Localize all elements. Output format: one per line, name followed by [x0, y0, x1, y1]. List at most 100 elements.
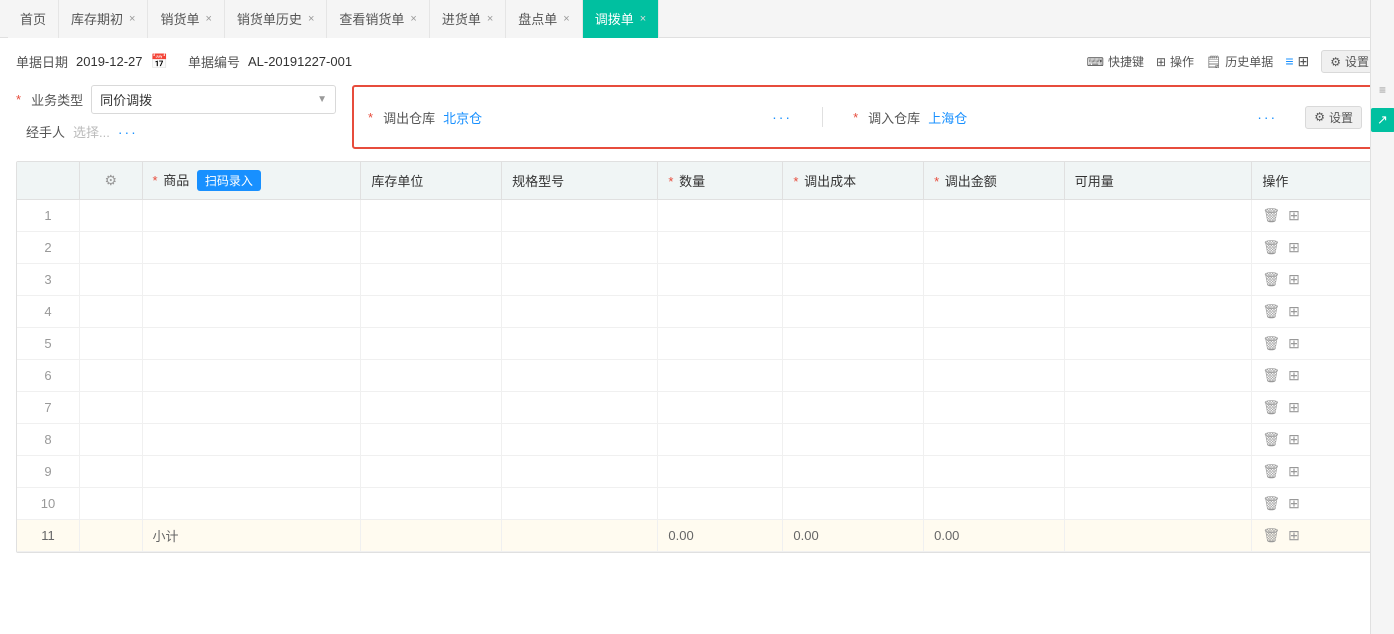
delete-icon-9[interactable]: 🗑 — [1262, 463, 1280, 480]
row-qty-7[interactable] — [658, 392, 783, 424]
row-amount-10[interactable] — [924, 488, 1065, 520]
copy-icon-7[interactable]: ⊞ — [1288, 399, 1300, 416]
delete-icon-8[interactable]: 🗑 — [1262, 431, 1280, 448]
delete-icon-6[interactable]: 🗑 — [1262, 367, 1280, 384]
row-spec-3[interactable] — [502, 264, 658, 296]
row-amount-8[interactable] — [924, 424, 1065, 456]
scan-button[interactable]: 扫码录入 — [197, 170, 261, 191]
warehouse-in-more-btn[interactable]: ··· — [1257, 109, 1277, 125]
delete-icon-10[interactable]: 🗑 — [1262, 495, 1280, 512]
row-qty-9[interactable] — [658, 456, 783, 488]
row-qty-6[interactable] — [658, 360, 783, 392]
list-view-icon[interactable]: ≡ — [1285, 53, 1293, 70]
delete-icon-2[interactable]: 🗑 — [1262, 239, 1280, 256]
row-cost-9[interactable] — [783, 456, 924, 488]
row-amount-1[interactable] — [924, 200, 1065, 232]
row-unit-8[interactable] — [361, 424, 502, 456]
tab-purchase[interactable]: 进货单 × — [430, 0, 506, 38]
tab-view-sales-close[interactable]: × — [410, 13, 416, 25]
row-product-9[interactable] — [142, 456, 361, 488]
person-input[interactable]: 选择... — [73, 122, 110, 141]
row-qty-5[interactable] — [658, 328, 783, 360]
row-amount-7[interactable] — [924, 392, 1065, 424]
grid-view-icon[interactable]: ⊞ — [1297, 53, 1309, 70]
tab-stock-init[interactable]: 库存期初 × — [59, 0, 148, 38]
row-unit-2[interactable] — [361, 232, 502, 264]
operations-action[interactable]: ⊞ 操作 — [1156, 53, 1194, 70]
copy-icon-8[interactable]: ⊞ — [1288, 431, 1300, 448]
row-unit-9[interactable] — [361, 456, 502, 488]
copy-icon-4[interactable]: ⊞ — [1288, 303, 1300, 320]
row-qty-2[interactable] — [658, 232, 783, 264]
delete-icon-11[interactable]: 🗑 — [1262, 527, 1280, 544]
row-unit-5[interactable] — [361, 328, 502, 360]
date-value[interactable]: 2019-12-27 — [76, 54, 143, 69]
row-qty-4[interactable] — [658, 296, 783, 328]
row-cost-3[interactable] — [783, 264, 924, 296]
row-product-10[interactable] — [142, 488, 361, 520]
row-qty-8[interactable] — [658, 424, 783, 456]
copy-icon-2[interactable]: ⊞ — [1288, 239, 1300, 256]
tab-sales-history-close[interactable]: × — [308, 13, 314, 25]
row-qty-1[interactable] — [658, 200, 783, 232]
row-unit-1[interactable] — [361, 200, 502, 232]
row-spec-6[interactable] — [502, 360, 658, 392]
calendar-icon[interactable]: 📅 — [151, 53, 168, 70]
row-spec-8[interactable] — [502, 424, 658, 456]
copy-icon-3[interactable]: ⊞ — [1288, 271, 1300, 288]
row-amount-5[interactable] — [924, 328, 1065, 360]
row-amount-6[interactable] — [924, 360, 1065, 392]
delete-icon-4[interactable]: 🗑 — [1262, 303, 1280, 320]
shortcuts-action[interactable]: ⌨ 快捷键 — [1087, 53, 1144, 70]
row-qty-3[interactable] — [658, 264, 783, 296]
tab-inventory[interactable]: 盘点单 × — [506, 0, 582, 38]
row-unit-10[interactable] — [361, 488, 502, 520]
row-amount-4[interactable] — [924, 296, 1065, 328]
warehouse-in-value[interactable]: 上海仓 — [928, 108, 967, 127]
row-amount-9[interactable] — [924, 456, 1065, 488]
warehouse-out-value[interactable]: 北京仓 — [443, 108, 482, 127]
row-cost-6[interactable] — [783, 360, 924, 392]
row-product-4[interactable] — [142, 296, 361, 328]
row-cost-4[interactable] — [783, 296, 924, 328]
sidebar-list-icon[interactable]: ≡ — [1373, 80, 1393, 100]
tab-home[interactable]: 首页 — [8, 0, 59, 38]
warehouse-settings-button[interactable]: ⚙ 设置 — [1305, 106, 1362, 129]
row-amount-2[interactable] — [924, 232, 1065, 264]
row-product-5[interactable] — [142, 328, 361, 360]
row-spec-10[interactable] — [502, 488, 658, 520]
tab-transfer-close[interactable]: × — [640, 13, 646, 25]
tab-inventory-close[interactable]: × — [563, 13, 569, 25]
tab-sales-order-close[interactable]: × — [205, 13, 211, 25]
tab-transfer[interactable]: 调拨单 × — [583, 0, 659, 38]
copy-icon-10[interactable]: ⊞ — [1288, 495, 1300, 512]
row-spec-5[interactable] — [502, 328, 658, 360]
copy-icon-5[interactable]: ⊞ — [1288, 335, 1300, 352]
copy-icon-11[interactable]: ⊞ — [1288, 527, 1300, 544]
row-unit-6[interactable] — [361, 360, 502, 392]
row-cost-10[interactable] — [783, 488, 924, 520]
row-cost-2[interactable] — [783, 232, 924, 264]
copy-icon-9[interactable]: ⊞ — [1288, 463, 1300, 480]
row-cost-8[interactable] — [783, 424, 924, 456]
row-product-1[interactable] — [142, 200, 361, 232]
delete-icon-5[interactable]: 🗑 — [1262, 335, 1280, 352]
row-qty-10[interactable] — [658, 488, 783, 520]
delete-icon-3[interactable]: 🗑 — [1262, 271, 1280, 288]
row-product-2[interactable] — [142, 232, 361, 264]
row-product-3[interactable] — [142, 264, 361, 296]
row-cost-1[interactable] — [783, 200, 924, 232]
row-unit-7[interactable] — [361, 392, 502, 424]
tab-view-sales[interactable]: 查看销货单 × — [327, 0, 429, 38]
sidebar-expand-icon[interactable]: ↗ — [1371, 108, 1394, 132]
row-unit-3[interactable] — [361, 264, 502, 296]
history-action[interactable]: 🗒 历史单据 — [1206, 53, 1273, 70]
delete-icon-7[interactable]: 🗑 — [1262, 399, 1280, 416]
tab-purchase-close[interactable]: × — [487, 13, 493, 25]
tab-sales-order[interactable]: 销货单 × — [148, 0, 224, 38]
row-product-8[interactable] — [142, 424, 361, 456]
row-spec-1[interactable] — [502, 200, 658, 232]
warehouse-out-more-btn[interactable]: ··· — [772, 109, 792, 125]
person-more-btn[interactable]: ··· — [118, 124, 138, 140]
row-unit-4[interactable] — [361, 296, 502, 328]
